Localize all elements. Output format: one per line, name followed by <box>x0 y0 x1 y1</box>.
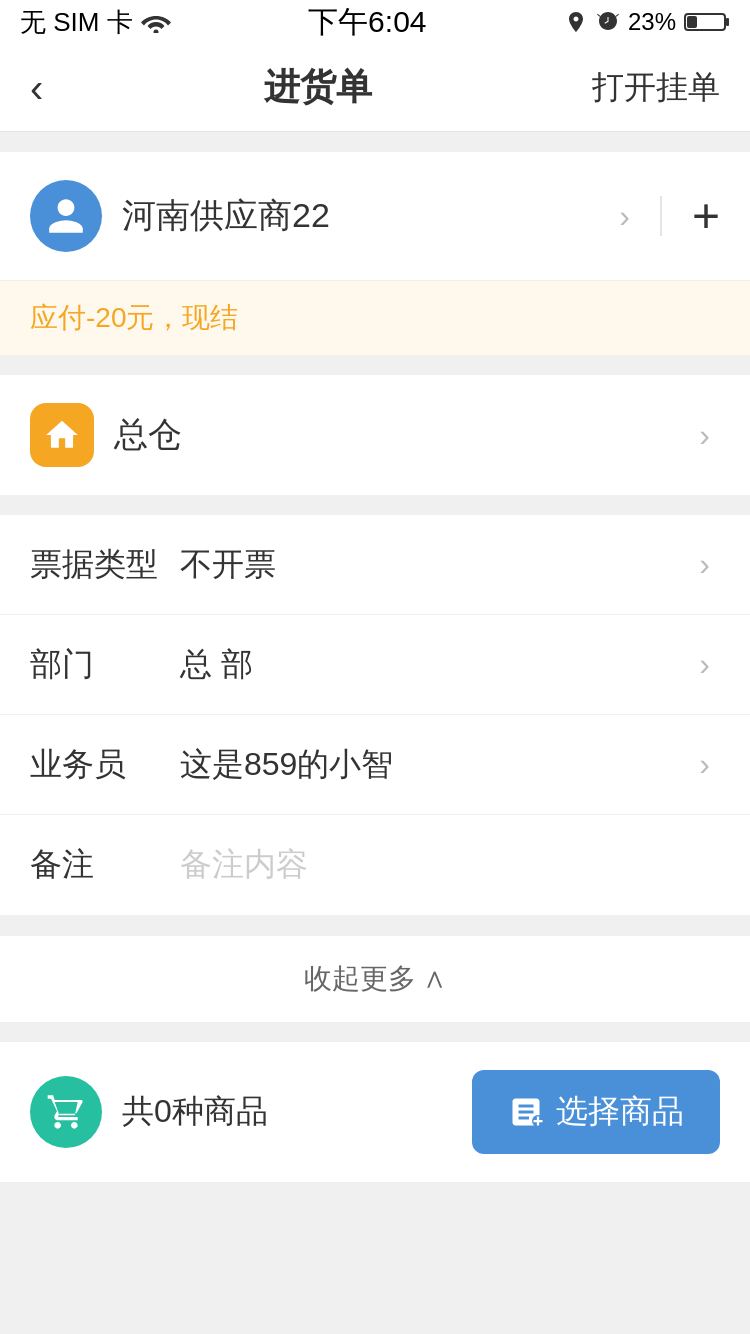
status-bar: 无 SIM 卡 下午6:04 23% <box>0 0 750 44</box>
salesperson-chevron-icon: › <box>699 746 720 783</box>
status-time: 下午6:04 <box>308 2 426 43</box>
wifi-icon <box>141 11 171 33</box>
back-button[interactable]: ‹ <box>30 68 43 108</box>
supplier-section: 河南供应商22 › + 应付-20元，现结 <box>0 152 750 355</box>
status-right: 23% <box>564 8 730 36</box>
salesperson-label: 业务员 <box>30 743 170 787</box>
supplier-avatar <box>30 180 102 252</box>
collapse-more-button[interactable]: 收起更多 ∧ <box>0 935 750 1022</box>
svg-rect-2 <box>726 18 729 26</box>
warehouse-name: 总仓 <box>114 412 699 458</box>
cart-icon <box>46 1092 86 1132</box>
form-section: 票据类型 不开票 › 部门 总 部 › 业务员 这是859的小智 › 备注 备注… <box>0 515 750 915</box>
bottom-section: 共0种商品 选择商品 <box>0 1042 750 1182</box>
select-product-label: 选择商品 <box>556 1090 684 1134</box>
main-background <box>0 1182 750 1334</box>
remark-label: 备注 <box>30 843 170 887</box>
person-icon <box>45 195 87 237</box>
remark-row[interactable]: 备注 备注内容 <box>0 815 750 915</box>
salesperson-row[interactable]: 业务员 这是859的小智 › <box>0 715 750 815</box>
warehouse-row[interactable]: 总仓 › <box>0 375 750 495</box>
supplier-name: 河南供应商22 <box>122 193 619 239</box>
page-title: 进货单 <box>264 63 372 112</box>
add-product-icon <box>508 1094 544 1130</box>
add-supplier-button[interactable]: + <box>692 192 720 240</box>
ticket-type-value: 不开票 <box>170 543 699 587</box>
product-count-label: 共0种商品 <box>122 1090 452 1134</box>
svg-point-0 <box>153 30 158 34</box>
ticket-type-label: 票据类型 <box>30 543 170 587</box>
supplier-row[interactable]: 河南供应商22 › + <box>0 152 750 281</box>
select-product-button[interactable]: 选择商品 <box>472 1070 720 1154</box>
battery-icon <box>684 11 730 33</box>
notice-row: 应付-20元，现结 <box>0 281 750 355</box>
remark-input[interactable]: 备注内容 <box>170 843 720 887</box>
department-row[interactable]: 部门 总 部 › <box>0 615 750 715</box>
alarm-icon <box>596 10 620 34</box>
salesperson-value: 这是859的小智 <box>170 743 699 787</box>
svg-rect-3 <box>687 16 697 28</box>
department-value: 总 部 <box>170 643 699 687</box>
warehouse-icon-wrapper <box>30 403 94 467</box>
cart-icon-wrapper <box>30 1076 102 1148</box>
select-product-icon <box>508 1094 544 1130</box>
warehouse-building-icon <box>43 416 81 454</box>
section-divider-1 <box>0 132 750 152</box>
department-chevron-icon: › <box>699 646 720 683</box>
department-label: 部门 <box>30 643 170 687</box>
ticket-type-chevron-icon: › <box>699 546 720 583</box>
status-carrier: 无 SIM 卡 <box>20 5 171 40</box>
ticket-type-row[interactable]: 票据类型 不开票 › <box>0 515 750 615</box>
open-pending-button[interactable]: 打开挂单 <box>592 66 720 110</box>
supplier-divider <box>660 196 662 236</box>
warehouse-section: 总仓 › <box>0 375 750 495</box>
nav-bar: ‹ 进货单 打开挂单 <box>0 44 750 132</box>
location-icon <box>564 10 588 34</box>
warehouse-chevron-icon: › <box>699 417 720 454</box>
supplier-chevron-icon: › <box>619 198 630 235</box>
